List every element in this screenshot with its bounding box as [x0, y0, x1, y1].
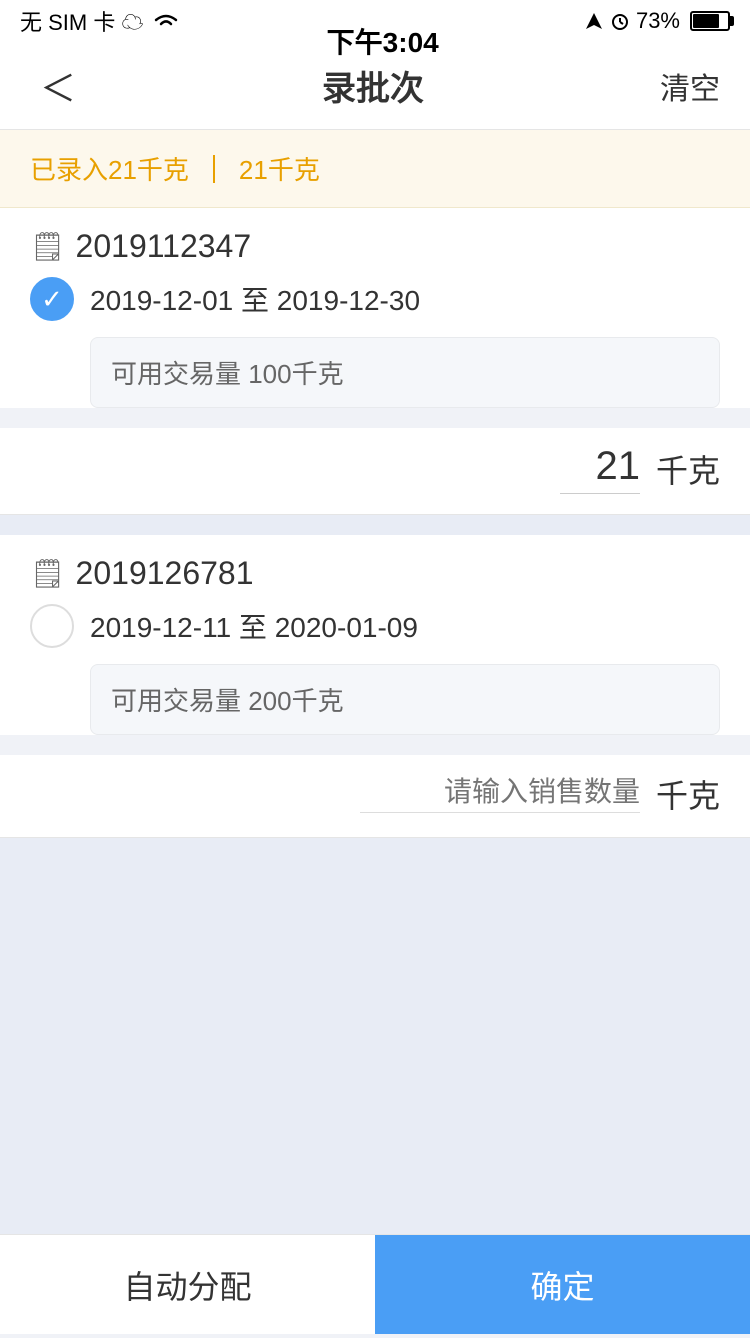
recorded-label: 已录入21千克 — [30, 150, 189, 187]
status-bar: 无 SIM 卡 ☁ 下午3:04 73% — [0, 0, 750, 42]
batch-item-1: 🗒 2019112347 ✓ 2019-12-01 至 2019-12-30 可… — [0, 208, 750, 408]
clear-button[interactable]: 清空 — [660, 64, 720, 108]
batch-1-qty-input[interactable] — [560, 444, 640, 489]
status-time: 下午3:04 — [327, 21, 439, 61]
alarm-icon — [610, 11, 630, 31]
batch-2-date-row: 2019-12-11 至 2020-01-09 — [30, 604, 720, 648]
batch-2-input-underline — [360, 776, 640, 813]
location-icon — [584, 11, 604, 31]
status-right: 73% — [584, 8, 730, 34]
info-banner: 已录入21千克 21千克 — [0, 130, 750, 208]
batch-1-date-row: ✓ 2019-12-01 至 2019-12-30 — [30, 277, 720, 321]
batch-2-header: 🗒 2019126781 — [30, 555, 720, 592]
batch-item-2: 🗒 2019126781 2019-12-11 至 2020-01-09 可用交… — [0, 535, 750, 735]
batch-2-date: 2019-12-11 至 2020-01-09 — [90, 606, 418, 646]
bottom-bar: 自动分配 确定 — [0, 1234, 750, 1334]
no-sim-label: 无 SIM 卡 ☁ — [20, 5, 143, 37]
batch-1-id: 2019112347 — [76, 228, 252, 265]
batch-1-radio[interactable]: ✓ — [30, 277, 74, 321]
empty-area — [0, 838, 750, 1238]
main-content: 已录入21千克 21千克 🗒 2019112347 ✓ 2019-12-01 至… — [0, 130, 750, 1338]
battery-icon — [690, 11, 730, 31]
batch-1-date: 2019-12-01 至 2019-12-30 — [90, 279, 420, 319]
batch-1-qty-row: 千克 — [0, 428, 750, 515]
batch-1-available: 可用交易量 100千克 — [90, 337, 720, 408]
batch-1-icon: 🗒 — [30, 230, 66, 263]
batch-1-header: 🗒 2019112347 — [30, 228, 720, 265]
batch-2-qty-input[interactable] — [360, 776, 640, 808]
back-button[interactable]: ＜ — [30, 50, 86, 122]
auto-distribute-button[interactable]: 自动分配 — [0, 1235, 375, 1334]
batch-1-qty-underline — [560, 444, 640, 494]
recorded-value: 21千克 — [239, 150, 320, 187]
batch-2-input-row: 千克 — [0, 755, 750, 838]
batch-2-icon: 🗒 — [30, 557, 66, 590]
status-left: 无 SIM 卡 ☁ — [20, 5, 181, 37]
info-divider — [213, 155, 215, 183]
batch-2-id: 2019126781 — [76, 555, 254, 592]
batch-2-available: 可用交易量 200千克 — [90, 664, 720, 735]
batch-1-check-icon: ✓ — [41, 284, 63, 315]
batch-1-qty-unit: 千克 — [656, 446, 720, 492]
section-separator — [0, 515, 750, 535]
wifi-icon — [151, 10, 181, 32]
batch-2-radio[interactable] — [30, 604, 74, 648]
page-title: 录批次 — [322, 61, 424, 110]
confirm-button[interactable]: 确定 — [375, 1235, 750, 1334]
battery-percent: 73% — [636, 8, 680, 34]
batch-2-qty-unit: 千克 — [656, 771, 720, 817]
